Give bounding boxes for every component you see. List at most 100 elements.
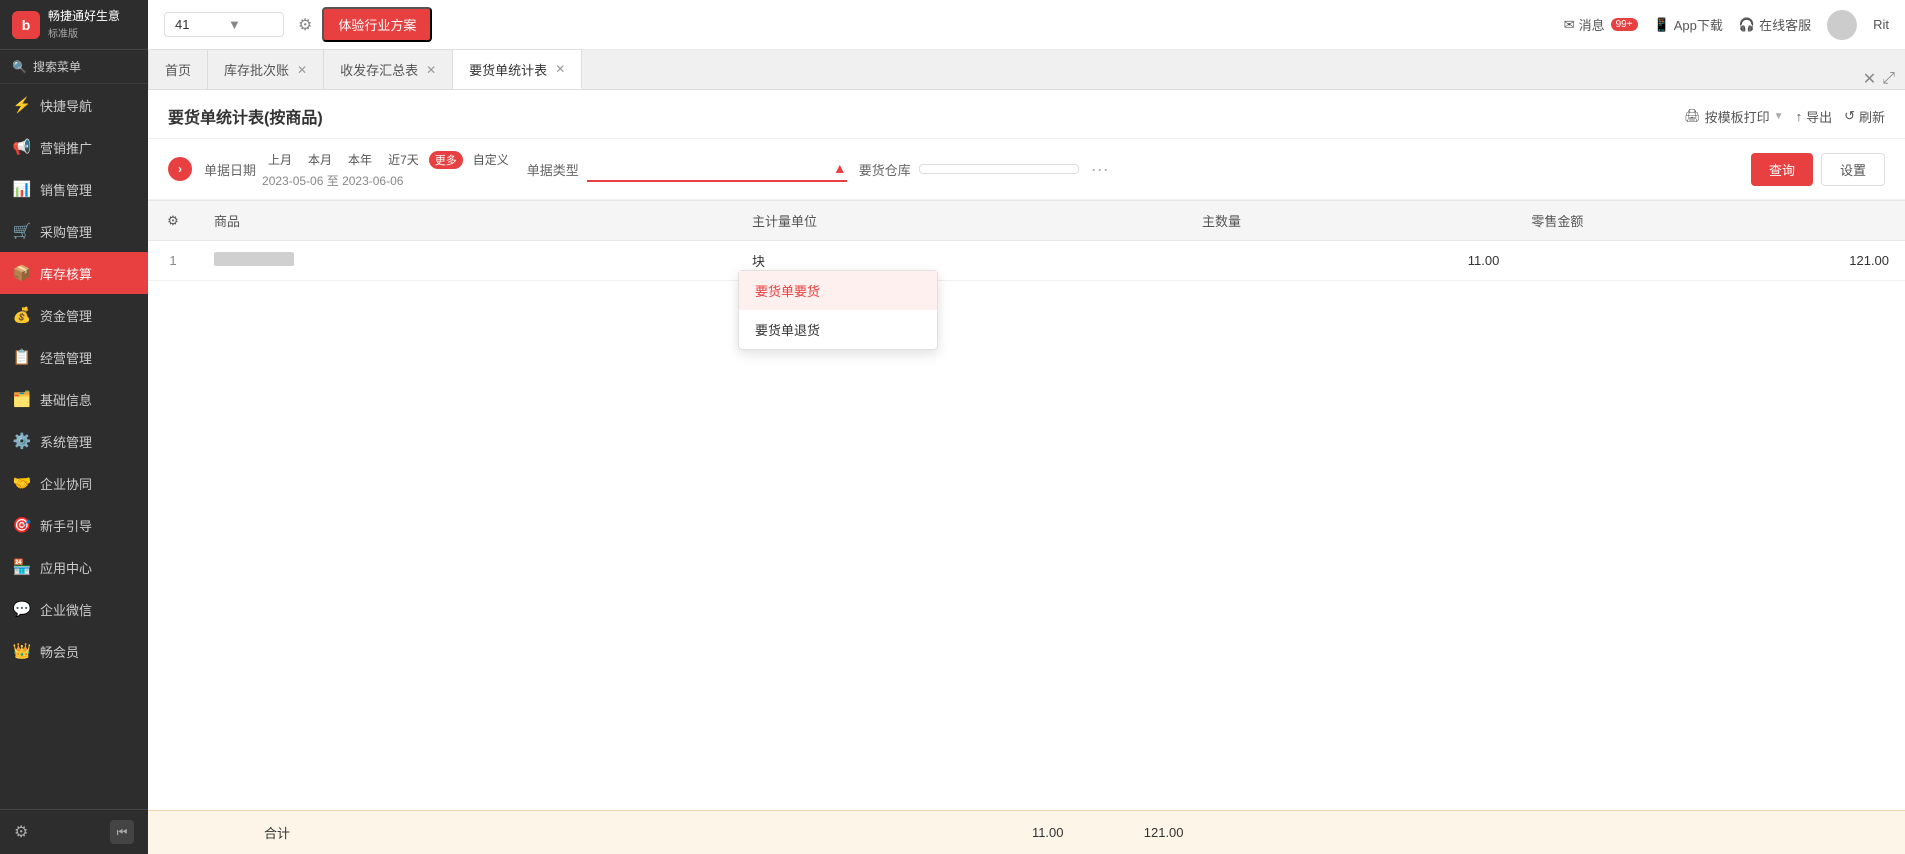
date-filter-options: 上月 本月 本年 近7天 更多 自定义 2023-05-06 至 2023-06… (262, 149, 515, 189)
finance-label: 资金管理 (40, 306, 92, 325)
type-filter-input[interactable] (587, 161, 833, 176)
sidebar-item-quick-nav[interactable]: ⚡ 快捷导航 (0, 84, 148, 126)
promo-button[interactable]: 体验行业方案 (322, 7, 432, 42)
print-dropdown-icon: ▼ (1774, 111, 1784, 122)
export-button[interactable]: ↑ 导出 (1796, 107, 1833, 126)
date-filter-label: 单据日期 (204, 160, 256, 179)
type-filter-arrow: ▲ (833, 160, 847, 176)
print-icon: 🖨 (1684, 108, 1701, 124)
dropdown-item-order-goods[interactable]: 要货单要货 (739, 271, 937, 310)
filter-bar: › 单据日期 上月 本月 本年 近7天 更多 自定义 2023-05-06 至 … (148, 139, 1905, 200)
print-template-button[interactable]: 🖨 按模板打印 ▼ (1684, 107, 1783, 126)
dropdown-item-order-goods-label: 要货单要货 (755, 284, 820, 299)
message-badge: 99+ (1611, 18, 1638, 31)
date-btn-this-year[interactable]: 本年 (342, 149, 378, 170)
sidebar-item-sales[interactable]: 📊 销售管理 (0, 168, 148, 210)
tab-home-label: 首页 (165, 60, 191, 79)
col-settings[interactable]: ⚙ (148, 201, 198, 241)
sidebar-item-member[interactable]: 👑 畅会员 (0, 630, 148, 672)
tab-close-all-icon[interactable]: ✕ (1863, 69, 1876, 89)
type-filter-select[interactable]: ▲ (587, 156, 847, 182)
sidebar-item-marketing[interactable]: 📢 营销推广 (0, 126, 148, 168)
branch-selector[interactable]: 41 ▼ (164, 12, 284, 37)
marketing-icon: 📢 (12, 137, 32, 157)
row-quantity: 11.00 (1186, 241, 1515, 281)
date-btn-7days[interactable]: 近7天 (382, 149, 425, 170)
warehouse-filter-select[interactable] (919, 164, 1079, 174)
tab-expand-icon[interactable]: ⤢ (1882, 70, 1895, 88)
sidebar-item-basics[interactable]: 🗂️ 基础信息 (0, 378, 148, 420)
sidebar-item-finance[interactable]: 💰 资金管理 (0, 294, 148, 336)
export-icon: ↑ (1796, 109, 1803, 124)
dropdown-item-order-return[interactable]: 要货单退货 (739, 310, 937, 349)
topbar-left: 41 ▼ ⚙ 体验行业方案 (164, 7, 432, 42)
inventory-label: 库存核算 (40, 264, 92, 283)
tab-inventory-batch-close[interactable]: ✕ (297, 63, 307, 77)
system-icon: ⚙️ (12, 431, 32, 451)
date-btn-last-month[interactable]: 上月 (262, 149, 298, 170)
date-range-buttons: 上月 本月 本年 近7天 更多 自定义 (262, 149, 515, 170)
tabs-controls: ✕ ⤢ (1853, 69, 1905, 89)
operations-icon: 📋 (12, 347, 32, 367)
query-button[interactable]: 查询 (1751, 153, 1813, 186)
date-btn-custom[interactable]: 自定义 (467, 149, 515, 170)
settings-gear-icon[interactable]: ⚙ (298, 15, 312, 35)
dropdown-item-order-return-label: 要货单退货 (755, 323, 820, 338)
collapse-icon: ⏮ (117, 825, 128, 840)
finance-icon: 💰 (12, 305, 32, 325)
sidebar-item-operations[interactable]: 📋 经营管理 (0, 336, 148, 378)
tab-order-stats-close[interactable]: ✕ (555, 62, 565, 76)
tab-collect-summary[interactable]: 收发存汇总表 ✕ (324, 49, 453, 89)
sidebar-item-system[interactable]: ⚙️ 系统管理 (0, 420, 148, 462)
service-icon: 🎧 (1739, 17, 1755, 33)
tab-collect-summary-close[interactable]: ✕ (426, 63, 436, 77)
type-dropdown: 要货单要货 要货单退货 (738, 270, 938, 350)
sidebar-item-guide[interactable]: 🎯 新手引导 (0, 504, 148, 546)
member-label: 畅会员 (40, 642, 79, 661)
sidebar-item-appstore[interactable]: 🏪 应用中心 (0, 546, 148, 588)
filter-more-icon[interactable]: ··· (1091, 159, 1109, 180)
app-download-action[interactable]: 📱 App下载 (1654, 15, 1723, 34)
filter-expand-button[interactable]: › (168, 157, 192, 181)
settings-button[interactable]: 设置 (1821, 153, 1885, 186)
member-icon: 👑 (12, 641, 32, 661)
sidebar-item-wechat[interactable]: 💬 企业微信 (0, 588, 148, 630)
date-btn-more[interactable]: 更多 (429, 151, 463, 169)
settings-footer-icon[interactable]: ⚙ (14, 822, 28, 842)
quick-nav-icon: ⚡ (12, 95, 32, 115)
collapse-button[interactable]: ⏮ (110, 820, 134, 844)
main-content: 41 ▼ ⚙ 体验行业方案 ✉ 消息 99+ 📱 App下载 🎧 在线客服 Ri… (148, 0, 1905, 854)
tab-inventory-batch[interactable]: 库存批次账 ✕ (208, 49, 324, 89)
user-avatar[interactable] (1827, 10, 1857, 40)
refresh-icon: ↺ (1844, 108, 1855, 124)
tab-home[interactable]: 首页 (148, 49, 208, 89)
tab-order-stats[interactable]: 要货单统计表 ✕ (453, 49, 582, 89)
system-label: 系统管理 (40, 432, 92, 451)
purchase-icon: 🛒 (12, 221, 32, 241)
app-download-label: App下载 (1674, 15, 1723, 34)
total-sale-amount: 121.00 (1080, 825, 1200, 840)
guide-icon: 🎯 (12, 515, 32, 535)
print-label: 按模板打印 (1705, 107, 1770, 126)
col-unit: 主计量单位 (736, 201, 1186, 241)
branch-dropdown-icon: ▼ (228, 17, 273, 32)
date-btn-this-month[interactable]: 本月 (302, 149, 338, 170)
user-name: Rit (1873, 17, 1889, 32)
refresh-button[interactable]: ↺ 刷新 (1844, 107, 1885, 126)
sidebar-item-enterprise[interactable]: 🤝 企业协同 (0, 462, 148, 504)
sidebar-search[interactable]: 🔍 搜索菜单 (0, 50, 148, 84)
data-table: ⚙ 商品 主计量单位 主数量 零售金额 1 块 11.00 (148, 200, 1905, 281)
enterprise-label: 企业协同 (40, 474, 92, 493)
warehouse-filter-label: 要货仓库 (859, 160, 911, 179)
sidebar-item-purchase[interactable]: 🛒 采购管理 (0, 210, 148, 252)
type-filter-label: 单据类型 (527, 160, 579, 179)
operations-label: 经营管理 (40, 348, 92, 367)
page-actions: 🖨 按模板打印 ▼ ↑ 导出 ↺ 刷新 (1684, 107, 1885, 126)
sidebar-item-inventory[interactable]: 📦 库存核算 (0, 252, 148, 294)
topbar: 41 ▼ ⚙ 体验行业方案 ✉ 消息 99+ 📱 App下载 🎧 在线客服 Ri… (148, 0, 1905, 50)
message-action[interactable]: ✉ 消息 99+ (1564, 15, 1638, 34)
online-service-action[interactable]: 🎧 在线客服 (1739, 15, 1811, 34)
export-label: 导出 (1806, 107, 1832, 126)
logo-area: b 畅捷通好生意 标准版 (0, 0, 148, 50)
sidebar: b 畅捷通好生意 标准版 🔍 搜索菜单 ⚡ 快捷导航 📢 营销推广 📊 销售管理… (0, 0, 148, 854)
